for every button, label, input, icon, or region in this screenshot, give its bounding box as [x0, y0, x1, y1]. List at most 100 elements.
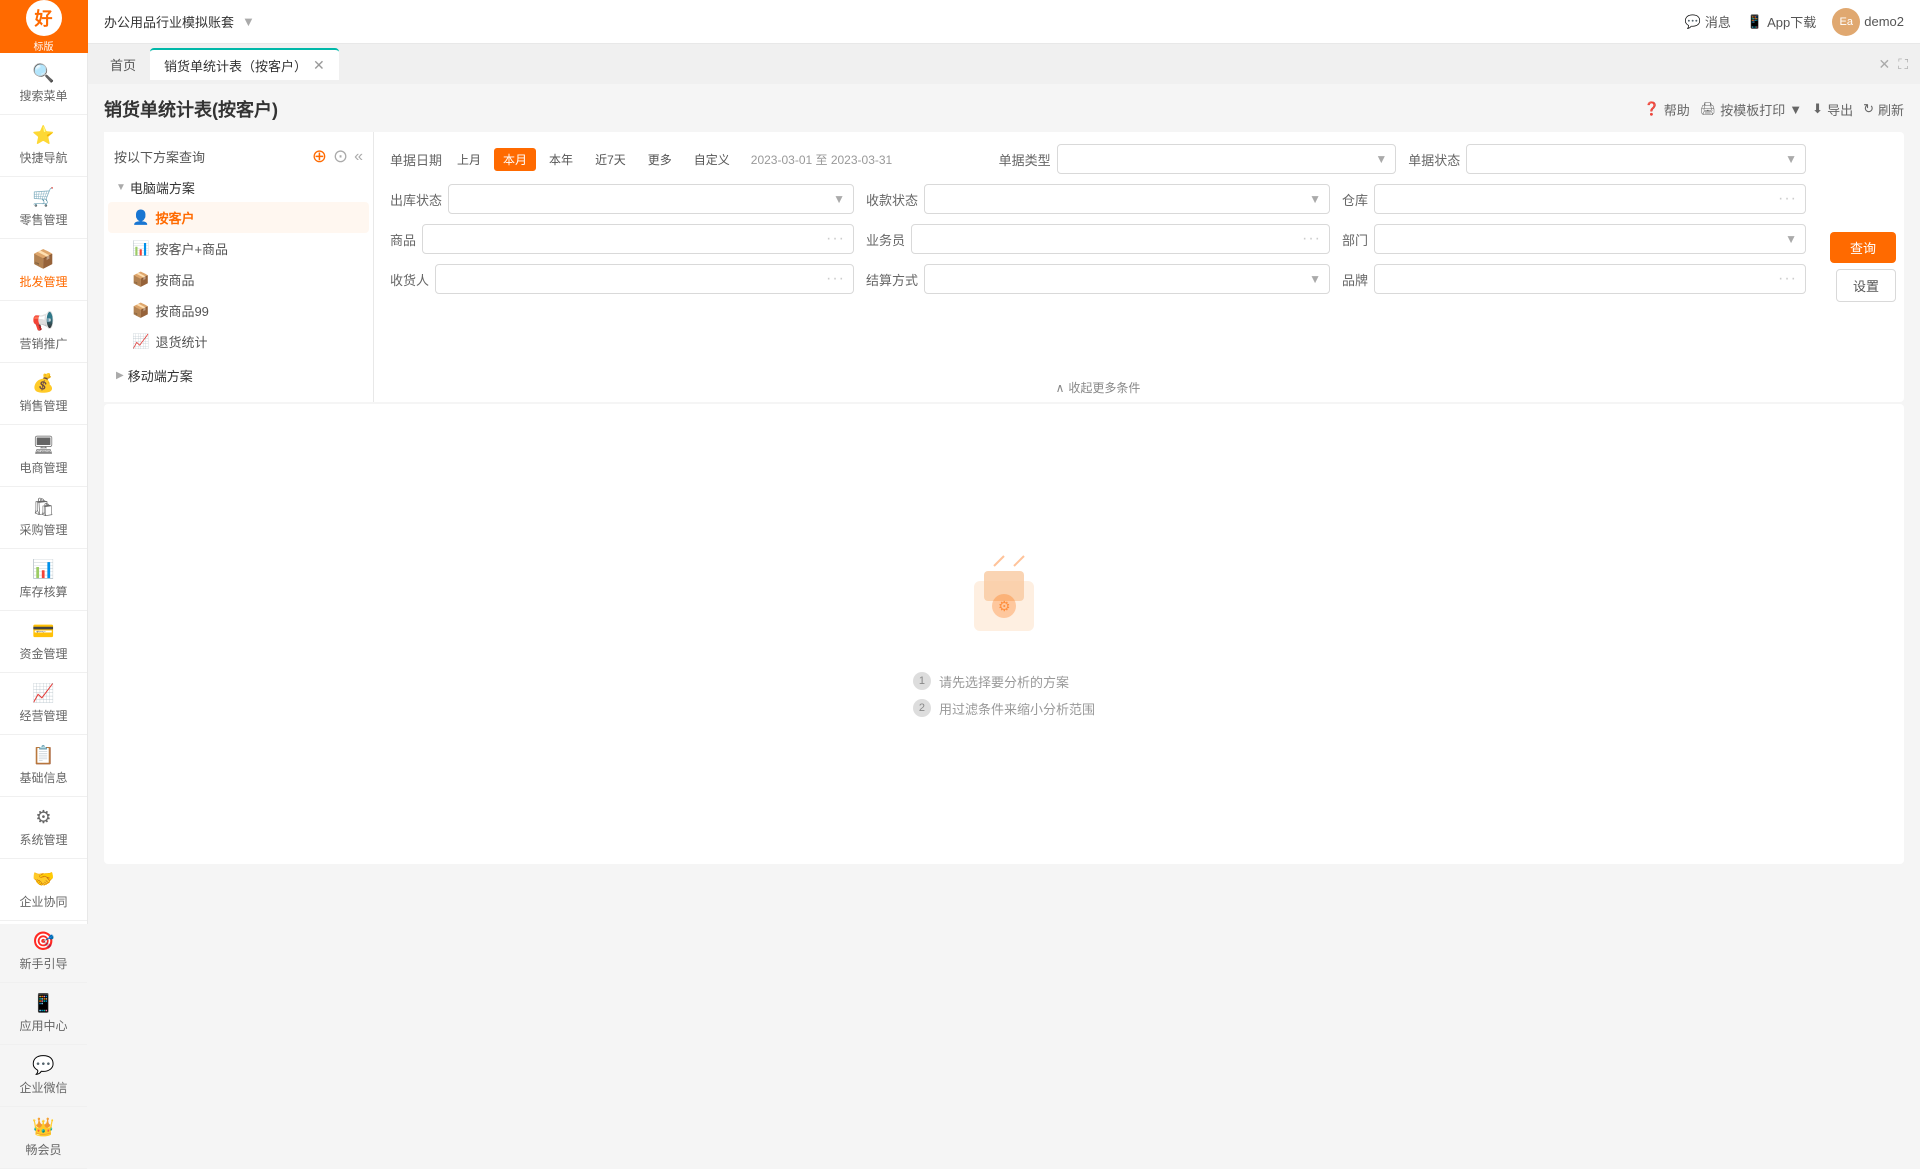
brand-input[interactable]: ··· — [1374, 264, 1806, 294]
sidebar-item-wholesale[interactable]: 📦 批发管理 — [0, 239, 87, 301]
sidebar-logo: 好 标版 — [0, 0, 88, 53]
empty-hint-1: 1 请先选择要分析的方案 — [913, 672, 1095, 691]
wechat-icon: 💬 — [32, 1055, 54, 1076]
template-print-button[interactable]: 🖨 按模板打印 ▼ — [1700, 100, 1802, 119]
collapse-bar[interactable]: ∧ 收起更多条件 — [374, 373, 1822, 402]
sidebar-item-retail[interactable]: 🛒 零售管理 — [0, 177, 87, 239]
scheme-item-return-stats[interactable]: 📈 退货统计 — [108, 326, 369, 357]
user-menu[interactable]: Ea demo2 — [1832, 8, 1904, 36]
breadcrumb-dropdown-icon[interactable]: ▼ — [242, 14, 255, 29]
out-status-dropdown-icon: ▼ — [833, 192, 845, 206]
sidebar-item-member[interactable]: 👑 畅会员 — [0, 1107, 87, 1169]
basics-icon: 📋 — [32, 745, 54, 766]
newbie-icon: 🎯 — [32, 931, 54, 952]
scheme-item-by-customer-goods[interactable]: 📊 按客户+商品 — [108, 233, 369, 264]
receive-status-input[interactable]: ▼ — [924, 184, 1330, 214]
goods-icon: 📦 — [132, 271, 149, 288]
bill-type-dropdown-icon: ▼ — [1375, 152, 1387, 166]
sidebar-item-finance[interactable]: 💳 资金管理 — [0, 611, 87, 673]
sidebar-item-operations[interactable]: 📈 经营管理 — [0, 673, 87, 735]
filter-field-out-status: 出库状态 ▼ — [390, 184, 854, 214]
close-window-icon[interactable]: ✕ — [1878, 56, 1890, 73]
right-filter: 单据日期 上月 本月 本年 近7天 更多 自定义 2023-03-01 至 20… — [374, 132, 1822, 373]
help-button[interactable]: ❓ 帮助 — [1644, 100, 1690, 119]
customer-icon: 👤 — [132, 209, 149, 226]
date-tab-this-year[interactable]: 本年 — [540, 148, 582, 171]
date-tab-7days[interactable]: 近7天 — [586, 148, 635, 171]
maximize-icon[interactable]: ⛶ — [1898, 56, 1908, 73]
collapse-scheme-icon[interactable]: « — [354, 148, 363, 166]
filter-field-warehouse: 仓库 ··· — [1342, 184, 1806, 214]
scheme-item-by-goods[interactable]: 📦 按商品 — [108, 264, 369, 295]
bill-status-input[interactable]: ▼ — [1466, 144, 1806, 174]
sidebar-item-label: 资金管理 — [19, 645, 67, 662]
sidebar-item-purchase[interactable]: 🛍 采购管理 — [0, 487, 87, 549]
scheme-group-title-desktop[interactable]: ▼ 电脑端方案 — [108, 173, 369, 202]
sidebar-item-basics[interactable]: 📋 基础信息 — [0, 735, 87, 797]
sidebar-item-enterprise[interactable]: 🤝 企业协同 — [0, 859, 87, 921]
finance-icon: 💳 — [32, 621, 54, 642]
filter-field-brand: 品牌 ··· — [1342, 264, 1806, 294]
export-button[interactable]: ⬇ 导出 — [1812, 100, 1853, 119]
tab-home[interactable]: 首页 — [96, 48, 150, 80]
user-name: demo2 — [1864, 14, 1904, 29]
scheme-group-mobile: ▶ 移动端方案 — [108, 361, 369, 390]
scheme-group-desktop: ▼ 电脑端方案 👤 按客户 📊 按客户+商品 📦 — [108, 173, 369, 357]
sidebar-item-label: 销售管理 — [19, 397, 67, 414]
page-title: 销货单统计表(按客户) — [104, 96, 278, 122]
sidebar-item-newbie[interactable]: 🎯 新手引导 — [0, 921, 87, 983]
sidebar-item-app-center[interactable]: 📱 应用中心 — [0, 983, 87, 1045]
salesman-label: 业务员 — [866, 230, 905, 249]
warehouse-label: 仓库 — [1342, 190, 1368, 209]
download-icon: 📱 — [1747, 14, 1763, 30]
tab-maximize-area: ✕ ⛶ — [1878, 56, 1912, 73]
brand-label: 品牌 — [1342, 270, 1368, 289]
date-tab-custom[interactable]: 自定义 — [685, 148, 739, 171]
sidebar-item-ecommerce[interactable]: 🖥 电商管理 — [0, 425, 87, 487]
date-tab-more[interactable]: 更多 — [639, 148, 681, 171]
scheme-group-title-mobile[interactable]: ▶ 移动端方案 — [108, 361, 369, 390]
settlement-label: 结算方式 — [866, 270, 918, 289]
template-print-dropdown-icon: ▼ — [1789, 102, 1802, 117]
svg-text:⚙: ⚙ — [998, 598, 1011, 614]
sidebar-item-marketing[interactable]: 📢 营销推广 — [0, 301, 87, 363]
date-tab-this-month[interactable]: 本月 — [494, 148, 536, 171]
settings-button[interactable]: 设置 — [1836, 269, 1896, 302]
date-tab-last-month[interactable]: 上月 — [448, 148, 490, 171]
sidebar-item-wechat[interactable]: 💬 企业微信 — [0, 1045, 87, 1107]
sidebar-item-inventory[interactable]: 📊 库存核算 — [0, 549, 87, 611]
recipient-label: 收货人 — [390, 270, 429, 289]
settings-scheme-icon[interactable]: ⊙ — [333, 146, 348, 167]
right-section: 单据日期 上月 本月 本年 近7天 更多 自定义 2023-03-01 至 20… — [374, 132, 1822, 402]
out-status-input[interactable]: ▼ — [448, 184, 854, 214]
bill-type-input[interactable]: ▼ — [1057, 144, 1397, 174]
sidebar-item-system[interactable]: ⚙ 系统管理 — [0, 797, 87, 859]
goods-label: 商品 — [390, 230, 416, 249]
settlement-input[interactable]: ▼ — [924, 264, 1330, 294]
message-button[interactable]: 💬 消息 — [1685, 12, 1731, 31]
sidebar-item-label: 零售管理 — [19, 211, 67, 228]
warehouse-input[interactable]: ··· — [1374, 184, 1806, 214]
recipient-input[interactable]: ··· — [435, 264, 854, 294]
sidebar-item-search[interactable]: 🔍 搜索菜单 — [0, 53, 87, 115]
sidebar-item-sales[interactable]: 💰 销售管理 — [0, 363, 87, 425]
salesman-input[interactable]: ··· — [911, 224, 1330, 254]
sidebar-item-quick-nav[interactable]: ⭐ 快捷导航 — [0, 115, 87, 177]
department-input[interactable]: ▼ — [1374, 224, 1806, 254]
goods-input[interactable]: ··· — [422, 224, 854, 254]
hint-text-2: 用过滤条件来缩小分析范围 — [939, 699, 1095, 718]
date-tabs: 上月 本月 本年 近7天 更多 自定义 — [448, 148, 739, 171]
query-button[interactable]: 查询 — [1830, 232, 1896, 263]
app-download-button[interactable]: 📱 App下载 — [1747, 12, 1816, 31]
tab-bar: 首页 销货单统计表（按客户） ✕ ✕ ⛶ — [88, 44, 1920, 84]
tab-sales-stat[interactable]: 销货单统计表（按客户） ✕ — [150, 48, 339, 80]
add-scheme-icon[interactable]: ⊕ — [312, 146, 327, 167]
tab-close-icon[interactable]: ✕ — [313, 57, 325, 74]
scheme-item-by-customer[interactable]: 👤 按客户 — [108, 202, 369, 233]
operations-icon: 📈 — [32, 683, 54, 704]
logo-icon: 好 — [26, 0, 62, 36]
goods-ellipsis: ··· — [826, 230, 845, 248]
refresh-button[interactable]: ↻ 刷新 — [1863, 100, 1904, 119]
scheme-item-by-goods99[interactable]: 📦 按商品99 — [108, 295, 369, 326]
tab-home-label: 首页 — [110, 55, 136, 74]
